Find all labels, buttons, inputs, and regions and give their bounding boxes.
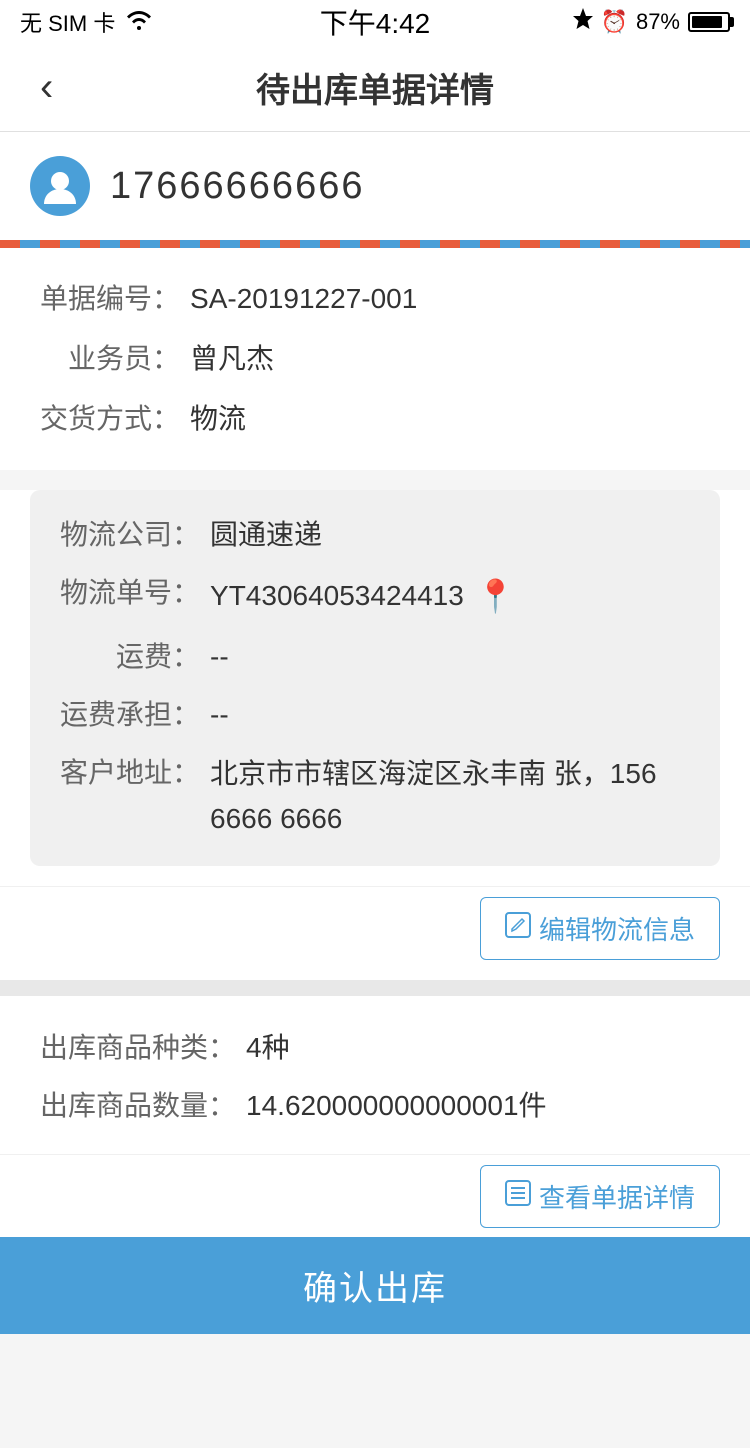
user-header: 17666666666 [0,132,750,240]
tracking-row: 物流单号： YT43064053424413 📍 [60,572,690,620]
wifi-icon [125,8,153,36]
logistics-company-label: 物流公司： [60,514,200,556]
goods-section: 出库商品种类： 4种 出库商品数量： 14.620000000000001件 [0,996,750,1154]
freight-bearer-row: 运费承担： -- [60,694,690,736]
freight-label: 运费： [60,636,200,678]
freight-value: -- [210,636,690,678]
location-service-icon [573,8,593,36]
user-avatar [30,156,90,216]
status-bar: 无 SIM 卡 下午4:42 ⏰ 87% [0,0,750,44]
edit-icon [505,912,531,945]
salesperson-row: 业务员： 曾凡杰 [40,338,710,380]
freight-bearer-value: -- [210,694,690,736]
battery-fill [692,16,722,28]
alarm-icon: ⏰ [601,9,628,35]
battery-icon [688,12,730,32]
goods-types-label: 出库商品种类： [40,1026,236,1066]
confirm-outbound-button[interactable]: 确认出库 [303,1261,447,1310]
salesperson-label: 业务员： [40,338,180,380]
user-phone: 17666666666 [110,165,364,208]
view-btn-label: 查看单据详情 [539,1178,695,1215]
address-label: 客户地址： [60,752,200,794]
delivery-row: 交货方式： 物流 [40,398,710,440]
goods-quantity-row: 出库商品数量： 14.620000000000001件 [40,1084,710,1124]
salesperson-value: 曾凡杰 [190,338,710,380]
tracking-value-container: YT43064053424413 📍 [210,572,690,620]
goods-types-value: 4种 [246,1026,290,1066]
status-bar-right: ⏰ 87% [573,8,730,36]
section-divider-1 [0,980,750,996]
nav-bar: ‹ 待出库单据详情 [0,44,750,132]
view-details-button[interactable]: 查看单据详情 [480,1165,720,1228]
order-info-section: 单据编号： SA-20191227-001 业务员： 曾凡杰 交货方式： 物流 [0,248,750,470]
user-icon [40,166,80,206]
carrier-text: 无 SIM 卡 [20,6,115,38]
status-bar-left: 无 SIM 卡 [20,6,153,38]
view-btn-container: 查看单据详情 [0,1154,750,1248]
confirm-btn-container: 确认出库 [0,1237,750,1334]
freight-bearer-label: 运费承担： [60,694,200,736]
logistics-company-row: 物流公司： 圆通速递 [60,514,690,556]
goods-quantity-value: 14.620000000000001件 [246,1084,547,1124]
logistics-card: 物流公司： 圆通速递 物流单号： YT43064053424413 📍 运费： … [0,490,750,980]
order-number-value: SA-20191227-001 [190,278,710,320]
logistics-section: 物流公司： 圆通速递 物流单号： YT43064053424413 📍 运费： … [30,490,720,866]
edit-btn-container: 编辑物流信息 [0,886,750,980]
delivery-value: 物流 [190,398,710,440]
nav-title: 待出库单据详情 [256,63,494,112]
map-pin-icon[interactable]: 📍 [476,572,516,620]
delivery-label: 交货方式： [40,398,180,440]
logistics-company-value: 圆通速递 [210,514,690,556]
tracking-number: YT43064053424413 [210,575,464,617]
address-row: 客户地址： 北京市市辖区海淀区永丰南 张，156 6666 6666 [60,752,690,842]
battery-text: 87% [636,9,680,35]
status-bar-time: 下午4:42 [320,2,431,42]
list-icon [505,1180,531,1213]
back-button[interactable]: ‹ [30,55,63,120]
freight-row: 运费： -- [60,636,690,678]
edit-btn-label: 编辑物流信息 [539,910,695,947]
dashed-divider [0,240,750,248]
order-number-label: 单据编号： [40,278,180,320]
edit-logistics-button[interactable]: 编辑物流信息 [480,897,720,960]
goods-types-row: 出库商品种类： 4种 [40,1026,710,1066]
address-value: 北京市市辖区海淀区永丰南 张，156 6666 6666 [210,752,690,842]
order-number-row: 单据编号： SA-20191227-001 [40,278,710,320]
goods-quantity-label: 出库商品数量： [40,1084,236,1124]
tracking-label: 物流单号： [60,572,200,614]
